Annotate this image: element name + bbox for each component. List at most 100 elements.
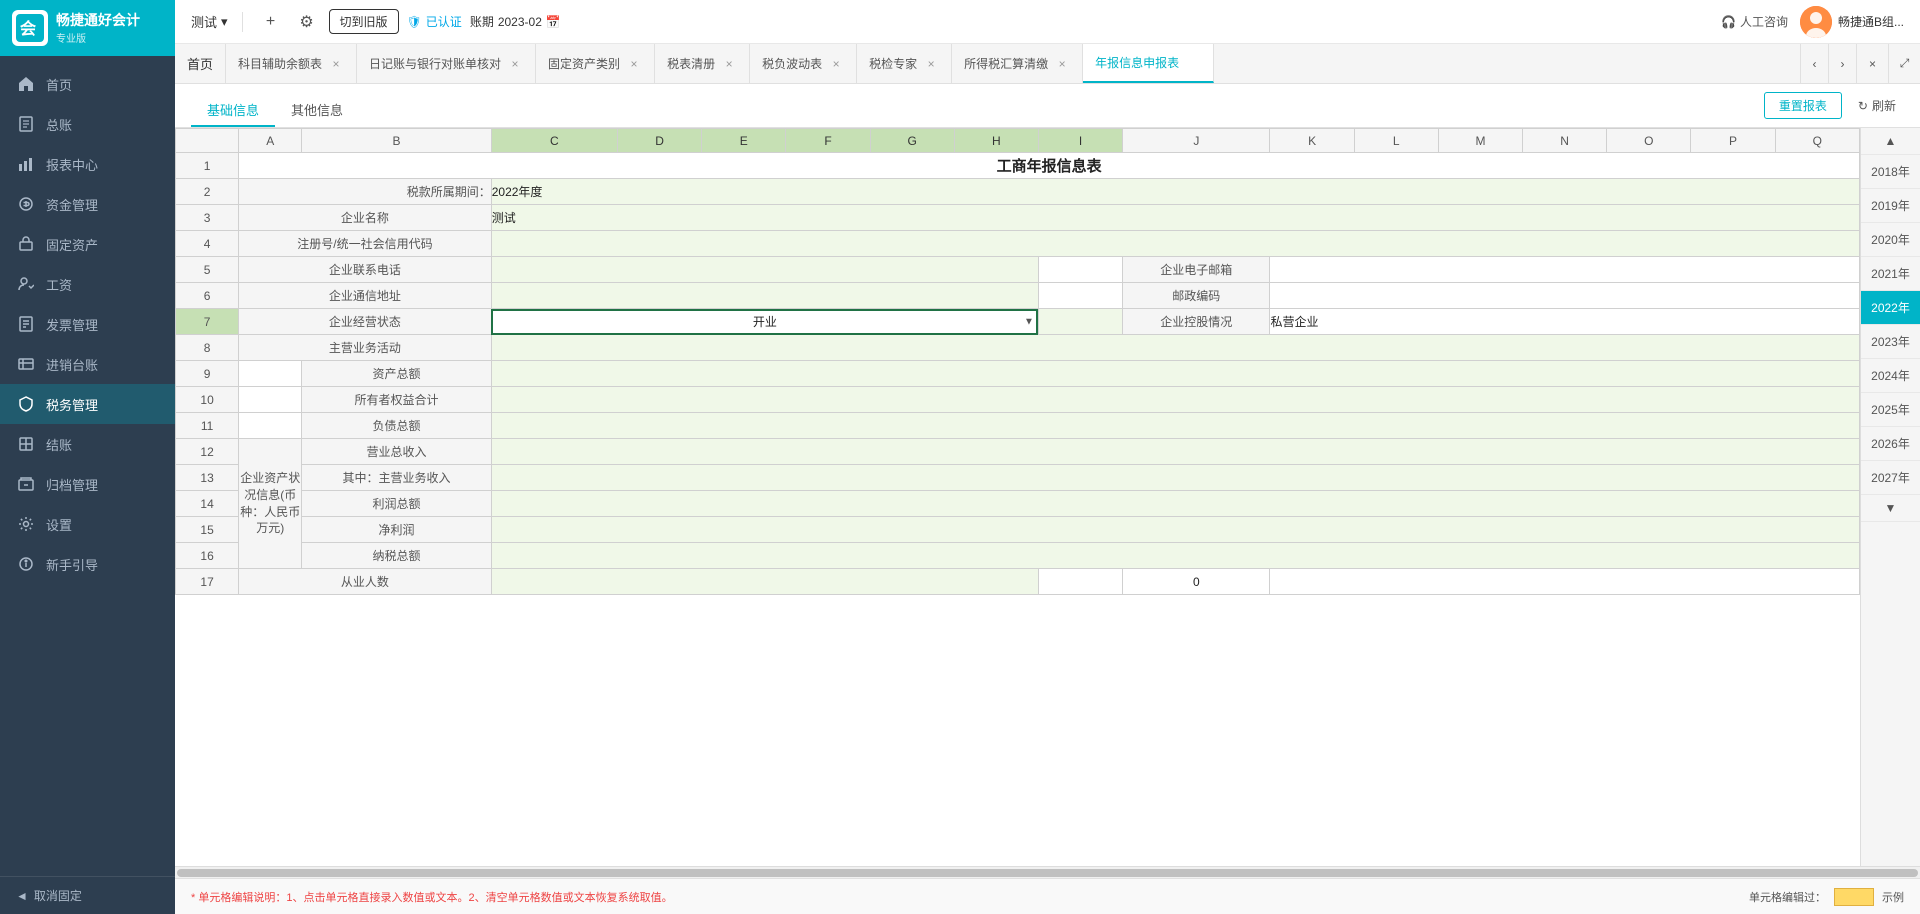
sheet-title-cell[interactable]: 工商年报信息表 xyxy=(239,153,1860,179)
settings-btn[interactable]: ⚙ xyxy=(293,8,321,36)
col-header-O[interactable]: O xyxy=(1607,129,1691,153)
tab-auxiliary[interactable]: 科目辅助余额表 × xyxy=(226,44,357,83)
refresh-btn[interactable]: ↻ 刷新 xyxy=(1850,93,1904,118)
col-header-C[interactable]: C xyxy=(491,129,617,153)
col-header-N[interactable]: N xyxy=(1523,129,1607,153)
year-down-btn[interactable]: ▼ xyxy=(1861,495,1920,522)
tab-next-btn[interactable]: › xyxy=(1828,44,1856,84)
sidebar-item-invoice[interactable]: 发票管理 xyxy=(0,304,175,344)
year-2021[interactable]: 2021年 xyxy=(1861,257,1920,291)
cell-9-value[interactable] xyxy=(491,361,1859,387)
year-2027[interactable]: 2027年 xyxy=(1861,461,1920,495)
cell-6-addr[interactable] xyxy=(491,283,1038,309)
year-2023[interactable]: 2023年 xyxy=(1861,325,1920,359)
cell-4-value[interactable] xyxy=(491,231,1859,257)
user-menu[interactable]: 畅捷通B组... xyxy=(1800,6,1904,38)
sidebar-item-ledger[interactable]: 总账 xyxy=(0,104,175,144)
col-header-E[interactable]: E xyxy=(702,129,786,153)
tab-close-journal[interactable]: × xyxy=(507,56,523,72)
tab-home[interactable]: 首页 xyxy=(175,44,226,83)
cell-3-value[interactable]: 测试 xyxy=(491,205,1859,231)
tab-close-all-btn[interactable]: × xyxy=(1856,44,1888,84)
tab-close-fixedasset[interactable]: × xyxy=(626,56,642,72)
h-scrollbar[interactable] xyxy=(175,866,1920,878)
col-header-D[interactable]: D xyxy=(618,129,702,153)
year-2018[interactable]: 2018年 xyxy=(1861,155,1920,189)
col-header-A[interactable]: A xyxy=(239,129,302,153)
tab-close-taxburden[interactable]: × xyxy=(828,56,844,72)
col-header-H[interactable]: H xyxy=(954,129,1038,153)
tab-prev-btn[interactable]: ‹ xyxy=(1800,44,1828,84)
reset-btn[interactable]: 重置报表 xyxy=(1764,92,1842,119)
tab-close-incometax[interactable]: × xyxy=(1054,56,1070,72)
tab-taxlist[interactable]: 税表清册 × xyxy=(655,44,750,83)
consult-btn[interactable]: 🎧 人工咨询 xyxy=(1721,13,1788,30)
sidebar-item-report[interactable]: 报表中心 xyxy=(0,144,175,184)
sidebar-item-salary[interactable]: 工资 xyxy=(0,264,175,304)
sidebar-collapse-btn[interactable]: ◄ 取消固定 xyxy=(0,876,175,914)
cell-10-value[interactable] xyxy=(491,387,1859,413)
switch-version-btn[interactable]: 切到旧版 xyxy=(329,9,399,34)
cell-2-value[interactable]: 2022年度 xyxy=(491,179,1859,205)
col-header-M[interactable]: M xyxy=(1438,129,1522,153)
col-header-F[interactable]: F xyxy=(786,129,870,153)
tab-close-auxiliary[interactable]: × xyxy=(328,56,344,72)
year-2024[interactable]: 2024年 xyxy=(1861,359,1920,393)
col-header-K[interactable]: K xyxy=(1270,129,1354,153)
tab-taxburden[interactable]: 税负波动表 × xyxy=(750,44,857,83)
tab-annualreport[interactable]: 年报信息申报表 × xyxy=(1083,44,1214,83)
tab-journal[interactable]: 日记账与银行对账单核对 × xyxy=(357,44,536,83)
year-2026[interactable]: 2026年 xyxy=(1861,427,1920,461)
cell-5-email[interactable] xyxy=(1270,257,1860,283)
sidebar-item-tax[interactable]: 税务管理 xyxy=(0,384,175,424)
cell-7-control-value[interactable]: 私营企业 xyxy=(1270,309,1860,335)
add-workspace-btn[interactable]: + xyxy=(257,8,285,36)
year-2020[interactable]: 2020年 xyxy=(1861,223,1920,257)
year-2025[interactable]: 2025年 xyxy=(1861,393,1920,427)
tab-close-taxexpert[interactable]: × xyxy=(923,56,939,72)
col-header-P[interactable]: P xyxy=(1691,129,1775,153)
sidebar-item-stock[interactable]: 进销台账 xyxy=(0,344,175,384)
col-header-Q[interactable]: Q xyxy=(1775,129,1859,153)
sidebar-label-guide: 新手引导 xyxy=(46,555,98,574)
tab-fixedasset[interactable]: 固定资产类别 × xyxy=(536,44,655,83)
cell-6-zip[interactable] xyxy=(1270,283,1860,309)
sidebar-item-close[interactable]: 结账 xyxy=(0,424,175,464)
cell-5-phone[interactable] xyxy=(491,257,1038,283)
sidebar-item-home[interactable]: 首页 xyxy=(0,64,175,104)
cell-8-value[interactable] xyxy=(491,335,1859,361)
year-2022[interactable]: 2022年 xyxy=(1861,291,1920,325)
col-header-B[interactable]: B xyxy=(302,129,491,153)
tab-expand-btn[interactable]: ⤢ xyxy=(1888,44,1920,84)
tab-close-annualreport[interactable]: × xyxy=(1185,55,1201,71)
tab-taxexpert[interactable]: 税检专家 × xyxy=(857,44,952,83)
sidebar-item-guide[interactable]: 新手引导 xyxy=(0,544,175,584)
tab-close-taxlist[interactable]: × xyxy=(721,56,737,72)
year-up-btn[interactable]: ▲ xyxy=(1861,128,1920,155)
cell-13-value[interactable] xyxy=(491,465,1859,491)
sidebar-item-asset[interactable]: 固定资产 xyxy=(0,224,175,264)
col-header-J[interactable]: J xyxy=(1123,129,1270,153)
h-scrollbar-thumb[interactable] xyxy=(177,869,1918,877)
cell-14-value[interactable] xyxy=(491,491,1859,517)
cell-7-status[interactable]: 开业 ▼ xyxy=(491,309,1038,335)
cell-12-value[interactable] xyxy=(491,439,1859,465)
cell-15-value[interactable] xyxy=(491,517,1859,543)
col-header-L[interactable]: L xyxy=(1354,129,1438,153)
sidebar-item-fund[interactable]: 资金管理 xyxy=(0,184,175,224)
cell-17-j[interactable]: 0 xyxy=(1123,569,1270,595)
subtab-other[interactable]: 其他信息 xyxy=(275,94,359,127)
cell-17-value1[interactable] xyxy=(491,569,1038,595)
workspace-selector[interactable]: 测试 ▾ xyxy=(191,12,228,31)
calendar-icon[interactable]: 📅 xyxy=(546,15,561,29)
col-header-I[interactable]: I xyxy=(1038,129,1122,153)
sidebar-item-settings[interactable]: 设置 xyxy=(0,504,175,544)
year-2019[interactable]: 2019年 xyxy=(1861,189,1920,223)
col-header-G[interactable]: G xyxy=(870,129,954,153)
cell-11-value[interactable] xyxy=(491,413,1859,439)
sidebar-item-archive[interactable]: 归档管理 xyxy=(0,464,175,504)
tab-incometax[interactable]: 所得税汇算清缴 × xyxy=(952,44,1083,83)
spreadsheet[interactable]: A B C D E F G H I J K L xyxy=(175,128,1860,866)
cell-16-value[interactable] xyxy=(491,543,1859,569)
subtab-basic[interactable]: 基础信息 xyxy=(191,94,275,127)
